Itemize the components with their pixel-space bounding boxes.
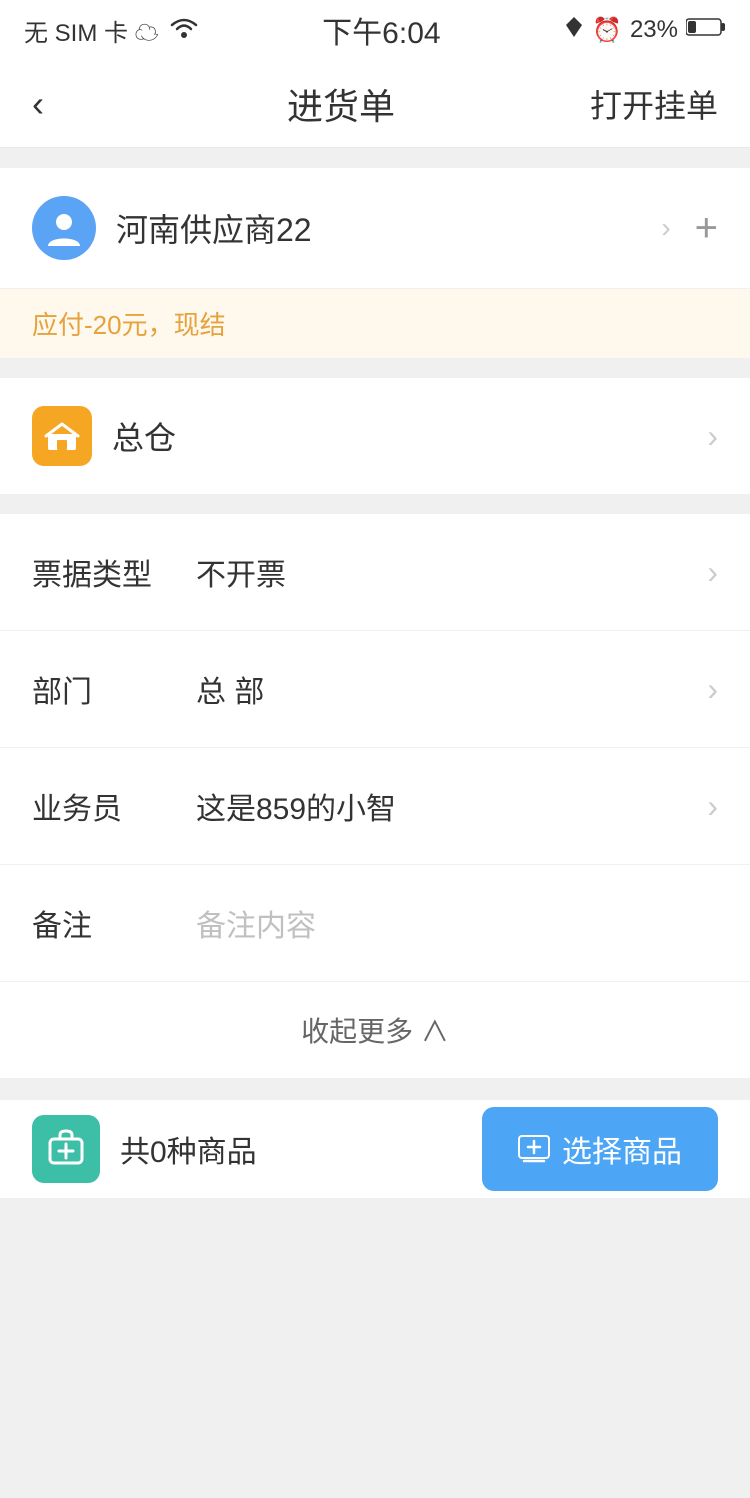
collapse-label: 收起更多 ∧ (301, 1016, 449, 1047)
department-label: 部门 (32, 667, 172, 711)
status-time: 下午6:04 (322, 8, 440, 52)
nav-bar: ‹ 进货单 打开挂单 (0, 60, 750, 148)
background-area (0, 1198, 750, 1498)
warehouse-section: 总仓 › (0, 378, 750, 494)
location-icon (564, 15, 584, 46)
supplier-name: 河南供应商22 (116, 205, 661, 251)
battery-icon (686, 16, 726, 44)
sim-text: 无 SIM 卡 ☁ (24, 13, 159, 48)
product-icon (32, 1115, 100, 1183)
remark-row[interactable]: 备注 备注内容 (0, 864, 750, 981)
section-gap-3 (0, 494, 750, 514)
salesperson-row[interactable]: 业务员 这是859的小智 › (0, 747, 750, 864)
invoice-type-row[interactable]: 票据类型 不开票 › (0, 514, 750, 630)
section-gap-1 (0, 148, 750, 168)
select-product-button[interactable]: 选择商品 (482, 1107, 718, 1191)
department-row[interactable]: 部门 总 部 › (0, 630, 750, 747)
supplier-chevron-icon: › (661, 212, 670, 244)
salesperson-chevron-icon: › (707, 788, 718, 825)
battery-text: 23% (630, 16, 678, 44)
section-gap-2 (0, 358, 750, 378)
salesperson-value: 这是859的小智 (172, 784, 707, 828)
open-pending-button[interactable]: 打开挂单 (590, 81, 718, 127)
alarm-icon: ⏰ (592, 16, 622, 45)
department-chevron-icon: › (707, 671, 718, 708)
add-supplier-button[interactable]: + (695, 208, 718, 248)
salesperson-label: 业务员 (32, 784, 172, 828)
select-product-label: 选择商品 (562, 1127, 682, 1171)
warehouse-icon (32, 406, 92, 466)
form-section: 票据类型 不开票 › 部门 总 部 › 业务员 这是859的小智 › 备注 备注… (0, 514, 750, 1078)
notice-bar: 应付-20元，现结 (0, 289, 750, 358)
supplier-row[interactable]: 河南供应商22 › + (0, 168, 750, 289)
remark-label: 备注 (32, 901, 172, 945)
invoice-type-value: 不开票 (172, 550, 707, 594)
bottom-bar: 共0种商品 选择商品 (0, 1098, 750, 1198)
back-button[interactable]: ‹ (32, 83, 92, 125)
status-right: ⏰ 23% (564, 15, 726, 46)
status-left: 无 SIM 卡 ☁ (24, 13, 199, 48)
section-gap-4 (0, 1078, 750, 1098)
supplier-section: 河南供应商22 › + 应付-20元，现结 (0, 168, 750, 358)
product-count-text: 共0种商品 (120, 1127, 482, 1171)
collapse-button[interactable]: 收起更多 ∧ (0, 981, 750, 1078)
notice-text: 应付-20元，现结 (32, 310, 226, 340)
warehouse-row[interactable]: 总仓 › (0, 378, 750, 494)
invoice-type-chevron-icon: › (707, 554, 718, 591)
status-bar: 无 SIM 卡 ☁ 下午6:04 ⏰ 23% (0, 0, 750, 60)
remark-input[interactable]: 备注内容 (172, 901, 718, 945)
invoice-type-label: 票据类型 (32, 550, 172, 594)
supplier-avatar (32, 196, 96, 260)
department-value: 总 部 (172, 667, 707, 711)
page-title: 进货单 (287, 78, 395, 130)
warehouse-name: 总仓 (112, 413, 707, 459)
warehouse-chevron-icon: › (707, 418, 718, 455)
wifi-icon (169, 16, 199, 45)
